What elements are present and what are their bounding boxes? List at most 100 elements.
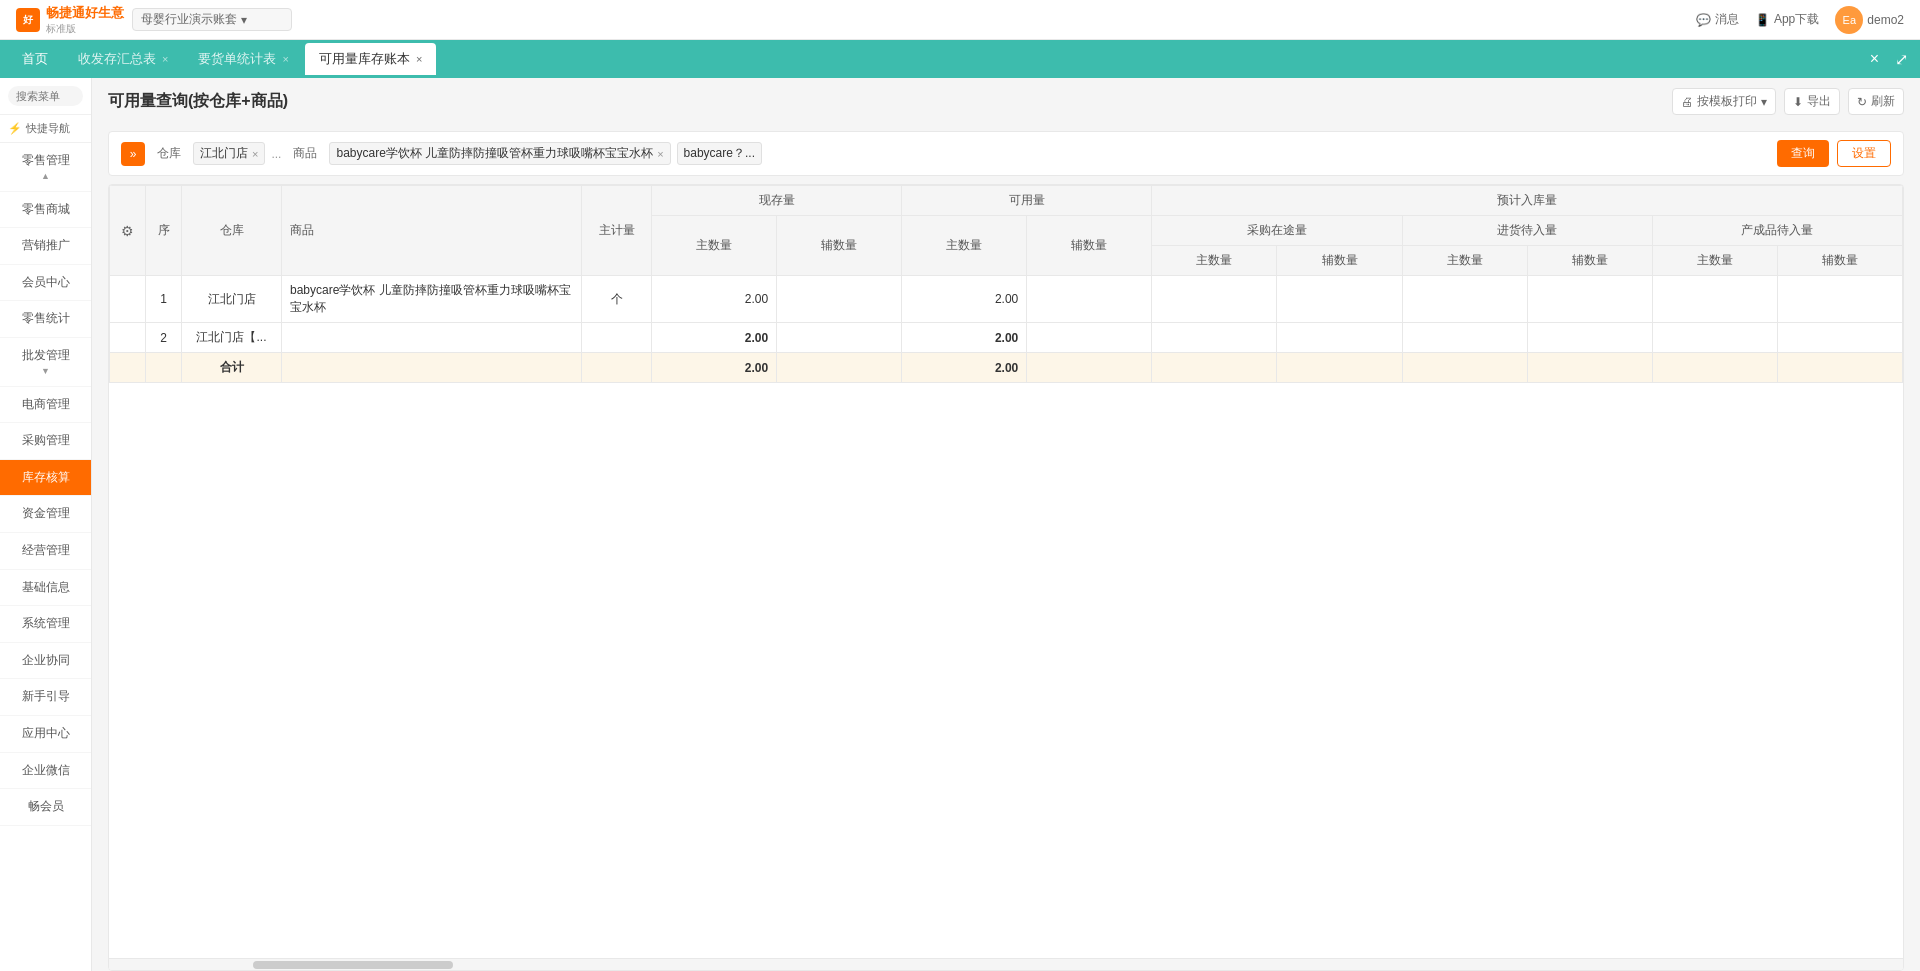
setting-button[interactable]: 设置 <box>1837 140 1891 167</box>
logo-icon: 好 <box>16 8 40 32</box>
sidebar-item-wholesale-mgmt[interactable]: 批发管理 ▼ <box>0 338 91 387</box>
product-tag-1-remove-icon[interactable]: × <box>657 148 663 160</box>
footer-prod-aux <box>1777 353 1902 383</box>
table-row: 2 江北门店【... 2.00 2.00 <box>110 323 1903 353</box>
sidebar-item-system-mgmt[interactable]: 系统管理 <box>0 606 91 643</box>
home-label: 首页 <box>22 50 48 68</box>
footer-pp-aux <box>1527 353 1652 383</box>
close-window-button[interactable]: × <box>1866 50 1883 69</box>
user-profile[interactable]: Ea demo2 <box>1835 6 1904 34</box>
row1-product: babycare学饮杯 儿童防摔防撞吸管杯重力球吸嘴杯宝宝水杯 <box>282 276 582 323</box>
warehouse-tag-value: 江北门店 <box>200 145 248 162</box>
row1-pp-aux <box>1527 276 1652 323</box>
tab2-label: 要货单统计表 <box>198 50 276 68</box>
warehouse-tag-remove-icon[interactable]: × <box>252 148 258 160</box>
sidebar-item-marketing[interactable]: 营销推广 <box>0 228 91 265</box>
filter-expand-button[interactable]: » <box>121 142 145 166</box>
footer-pt-main <box>1152 353 1277 383</box>
row2-available-main: 2.00 <box>902 323 1027 353</box>
col-settings-header[interactable]: ⚙ <box>110 186 146 276</box>
footer-num <box>146 353 182 383</box>
tab3-close-icon[interactable]: × <box>416 53 422 65</box>
sidebar-item-basic-info[interactable]: 基础信息 <box>0 570 91 607</box>
sidebar-item-purchase-mgmt[interactable]: 采购管理 <box>0 423 91 460</box>
sidebar-label: 批发管理 <box>22 348 70 364</box>
export-button[interactable]: ⬇ 导出 <box>1784 88 1840 115</box>
sidebar-item-enterprise-wechat[interactable]: 企业微信 <box>0 753 91 790</box>
row2-product <box>282 323 582 353</box>
sidebar-item-pro-member[interactable]: 畅会员 <box>0 789 91 826</box>
sidebar-item-member-center[interactable]: 会员中心 <box>0 265 91 302</box>
template-print-button[interactable]: 🖨 按模板打印 ▾ <box>1672 88 1776 115</box>
col-available-aux-header: 辅数量 <box>1027 216 1152 276</box>
sidebar-item-retail-mall[interactable]: 零售商城 <box>0 192 91 229</box>
sidebar-item-quick-nav[interactable]: ⚡ 快捷导航 <box>0 115 91 143</box>
filter-area: » 仓库 江北门店 × ... 商品 babycare学饮杯 儿童防摔防撞吸管杯… <box>108 131 1904 176</box>
col-num-header: 序 <box>146 186 182 276</box>
col-available-header: 可用量 <box>902 186 1152 216</box>
sidebar-item-finance-mgmt[interactable]: 资金管理 <box>0 496 91 533</box>
footer-available-main: 2.00 <box>902 353 1027 383</box>
sidebar-label: 新手引导 <box>22 689 70 705</box>
col-prod-main-header: 主数量 <box>1652 246 1777 276</box>
sidebar-item-newbie-guide[interactable]: 新手引导 <box>0 679 91 716</box>
app-download-action[interactable]: 📱 App下载 <box>1755 11 1819 28</box>
table-scroll[interactable]: ⚙ 序 仓库 商品 主计量 现存量 可用量 预计入库量 主数量 辅 <box>109 185 1903 958</box>
sidebar-label: 会员中心 <box>22 275 70 291</box>
row2-pt-aux <box>1277 323 1402 353</box>
header-actions: 🖨 按模板打印 ▾ ⬇ 导出 ↻ 刷新 <box>1672 88 1904 115</box>
tab1-close-icon[interactable]: × <box>162 53 168 65</box>
warehouse-more-indicator[interactable]: ... <box>271 147 281 161</box>
sidebar-label: 零售统计 <box>22 311 70 327</box>
main-layout: ⚡ 快捷导航 零售管理 ▲ 零售商城 营销推广 会员中心 零售统计 批发管理 ▼… <box>0 78 1920 971</box>
sidebar-item-business-mgmt[interactable]: 经营管理 <box>0 533 91 570</box>
settings-gear-icon[interactable]: ⚙ <box>121 223 134 239</box>
query-button[interactable]: 查询 <box>1777 140 1829 167</box>
horizontal-scrollbar[interactable] <box>253 961 453 969</box>
sidebar-item-inventory-check[interactable]: 库存核算 <box>0 460 91 497</box>
col-purchase-transit-header: 采购在途量 <box>1152 216 1402 246</box>
row2-pp-aux <box>1527 323 1652 353</box>
tab-order-stats[interactable]: 要货单统计表 × <box>184 43 302 75</box>
chevron-icon: ▼ <box>41 366 50 376</box>
sidebar-item-retail-mgmt[interactable]: 零售管理 ▲ <box>0 143 91 192</box>
sidebar-item-retail-stats[interactable]: 零售统计 <box>0 301 91 338</box>
tab2-close-icon[interactable]: × <box>282 53 288 65</box>
phone-icon: 📱 <box>1755 13 1770 27</box>
sidebar-item-app-center[interactable]: 应用中心 <box>0 716 91 753</box>
footer-prod-main <box>1652 353 1777 383</box>
sidebar-item-ecommerce-mgmt[interactable]: 电商管理 <box>0 387 91 424</box>
industry-label: 母婴行业演示账套 <box>141 11 237 28</box>
row2-pp-main <box>1402 323 1527 353</box>
top-bar-left: 好 畅捷通好生意 标准版 母婴行业演示账套 ▾ <box>16 4 292 36</box>
app-download-label: App下载 <box>1774 11 1819 28</box>
expand-window-button[interactable]: ⤢ <box>1891 50 1912 69</box>
sidebar-label: 采购管理 <box>22 433 70 449</box>
inventory-table: ⚙ 序 仓库 商品 主计量 现存量 可用量 预计入库量 主数量 辅 <box>109 185 1903 383</box>
sidebar-label: 电商管理 <box>22 397 70 413</box>
col-pp-main-header: 主数量 <box>1402 246 1527 276</box>
industry-selector[interactable]: 母婴行业演示账套 ▾ <box>132 8 292 31</box>
sidebar-label: 系统管理 <box>22 616 70 632</box>
quick-nav-icon: ⚡ <box>8 122 22 135</box>
message-action[interactable]: 💬 消息 <box>1696 11 1739 28</box>
search-input[interactable] <box>8 86 83 106</box>
sidebar-item-enterprise-collab[interactable]: 企业协同 <box>0 643 91 680</box>
logo-sub: 标准版 <box>46 22 124 36</box>
message-label: 消息 <box>1715 11 1739 28</box>
footer-label: 合计 <box>182 353 282 383</box>
row2-pt-main <box>1152 323 1277 353</box>
col-pt-main-header: 主数量 <box>1152 246 1277 276</box>
row2-current-main: 2.00 <box>652 323 777 353</box>
tab-available-inventory[interactable]: 可用量库存账本 × <box>305 43 436 75</box>
row1-unit: 个 <box>582 276 652 323</box>
col-pt-aux-header: 辅数量 <box>1277 246 1402 276</box>
col-purchase-pending-header: 进货待入量 <box>1402 216 1652 246</box>
tab-home[interactable]: 首页 <box>8 43 62 75</box>
row2-prod-aux <box>1777 323 1902 353</box>
filter-tags-warehouse: 江北门店 × ... <box>193 142 281 165</box>
row2-current-aux <box>777 323 902 353</box>
tab1-label: 收发存汇总表 <box>78 50 156 68</box>
tab-collection-summary[interactable]: 收发存汇总表 × <box>64 43 182 75</box>
refresh-button[interactable]: ↻ 刷新 <box>1848 88 1904 115</box>
